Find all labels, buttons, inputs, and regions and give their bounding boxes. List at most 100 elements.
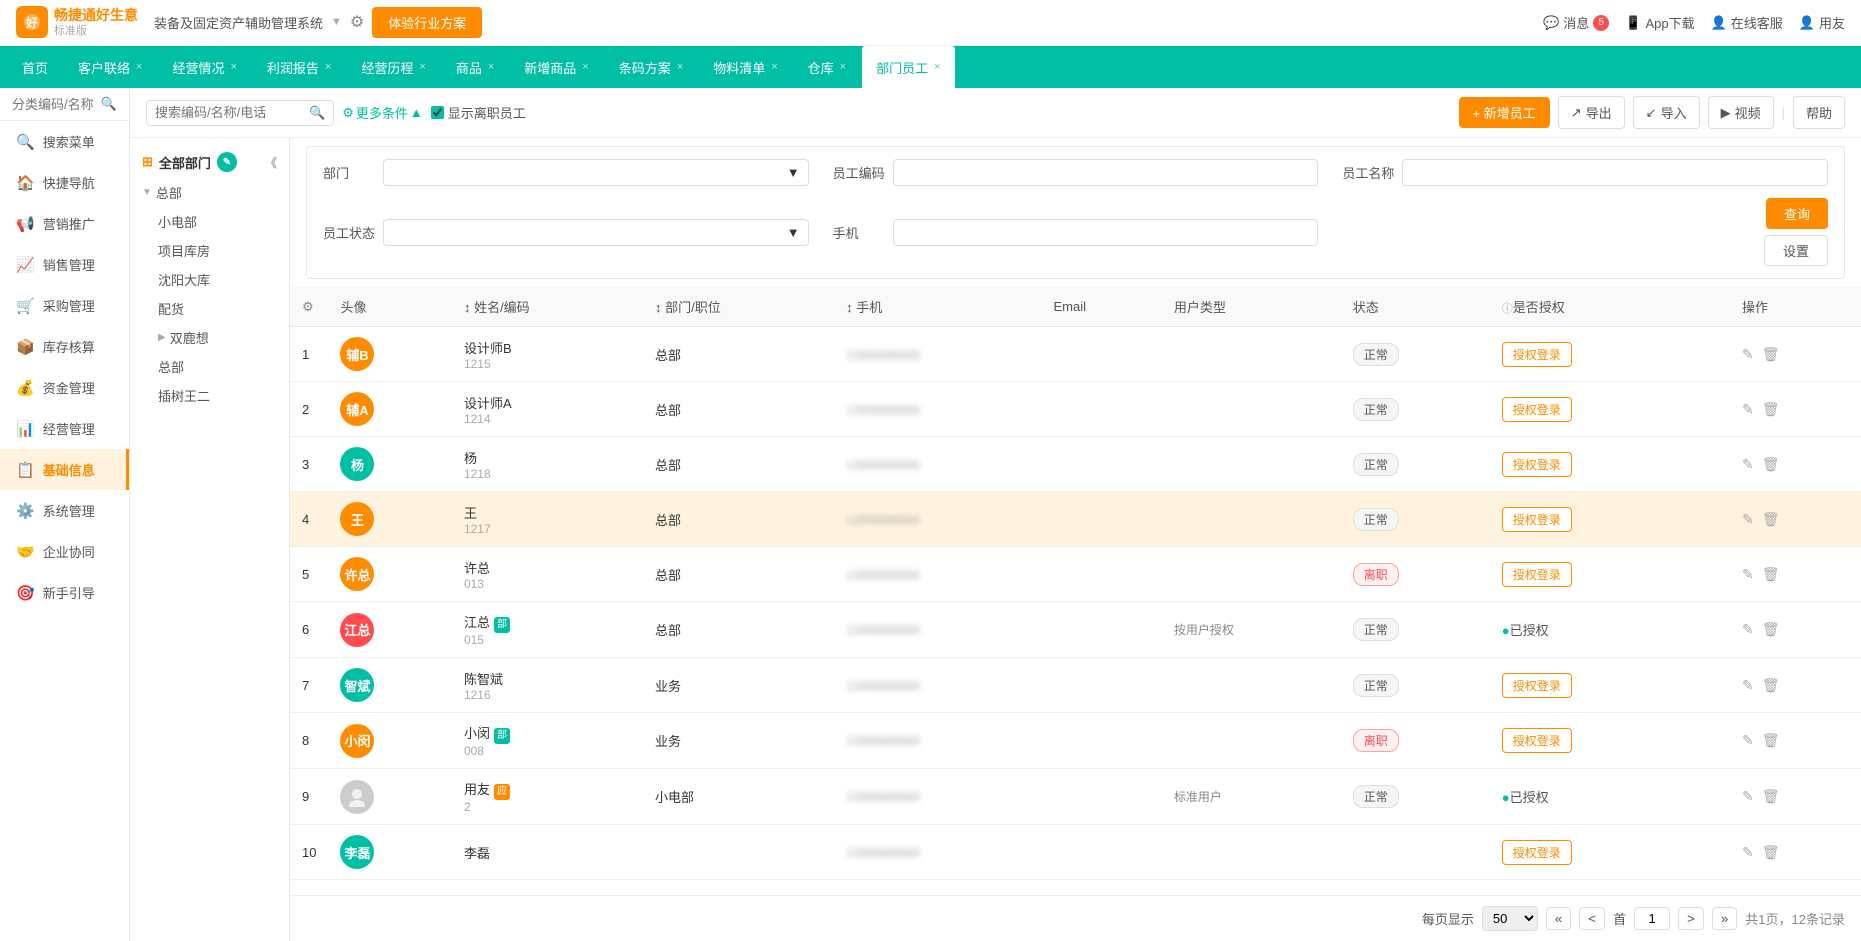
auth-login-button[interactable]: 授权登录 [1502,673,1572,698]
th-name-code[interactable]: ↕ 姓名/编码 [452,287,643,327]
page-number-input[interactable] [1634,907,1670,930]
nav-item-profit[interactable]: 利润报告 × [253,46,345,88]
import-button[interactable]: ↙ 导入 [1633,96,1700,129]
dropdown-arrow-icon[interactable]: ▼ [331,16,342,28]
sidebar-item-manage[interactable]: 📊 经营管理 [0,408,129,449]
edit-icon[interactable]: ✎ [1742,456,1754,473]
dept-tree-item-distribution[interactable]: 配货 [130,294,289,323]
prev-page-btn[interactable]: < [1579,907,1605,930]
edit-icon[interactable]: ✎ [1742,844,1754,861]
dept-tree-item-shenyang[interactable]: 沈阳大库 [130,265,289,294]
delete-icon[interactable]: 🗑 [1762,456,1780,473]
delete-icon[interactable]: 🗑 [1762,788,1780,805]
nav-item-bom[interactable]: 物料清单 × [699,46,791,88]
trial-button[interactable]: 体验行业方案 [372,7,482,38]
th-phone[interactable]: ↕ 手机 [834,287,1041,327]
auth-login-button[interactable]: 授权登录 [1502,562,1572,587]
search-icon[interactable]: 🔍 [309,105,325,121]
emp-name-input[interactable] [1402,159,1828,186]
delete-icon[interactable]: 🗑 [1762,346,1780,363]
edit-icon[interactable]: ✎ [1742,566,1754,583]
search-icon[interactable]: 🔍 [101,96,117,112]
close-icon[interactable]: × [325,61,331,73]
close-icon[interactable]: × [582,61,588,73]
sidebar-item-inventory[interactable]: 📦 库存核算 [0,326,129,367]
dept-tree-item-project-warehouse[interactable]: 项目库房 [130,236,289,265]
col-settings-icon[interactable]: ⚙ [302,299,314,314]
close-icon[interactable]: × [771,61,777,73]
first-page-btn[interactable]: « [1546,907,1571,930]
search-input[interactable] [155,105,305,120]
sidebar-item-search[interactable]: 🔍 搜索菜单 [0,121,129,162]
nav-item-home[interactable]: 首页 [8,46,62,88]
app-download-item[interactable]: 📱 App下载 [1625,13,1694,32]
sidebar-item-system[interactable]: ⚙️ 系统管理 [0,490,129,531]
edit-icon[interactable]: ✎ [1742,788,1754,805]
sidebar-item-marketing[interactable]: 📢 营销推广 [0,203,129,244]
reset-button[interactable]: 设置 [1764,235,1828,266]
auth-login-button[interactable]: 授权登录 [1502,342,1572,367]
close-icon[interactable]: × [840,61,846,73]
phone-input[interactable] [893,219,1319,246]
edit-icon[interactable]: ✎ [1742,401,1754,418]
delete-icon[interactable]: 🗑 [1762,621,1780,638]
message-item[interactable]: 💬 消息 5 [1543,13,1609,32]
sidebar-item-sales[interactable]: 📈 销售管理 [0,244,129,285]
edit-icon[interactable]: ✎ [1742,346,1754,363]
page-size-select[interactable]: 50 20 100 [1482,906,1538,931]
more-filter-btn[interactable]: ⚙ 更多条件 ▲ [342,103,423,122]
dept-edit-icon[interactable]: ✎ [217,152,237,172]
sidebar-search-input[interactable] [12,97,101,112]
help-button[interactable]: 帮助 [1793,96,1845,129]
edit-icon[interactable]: ✎ [1742,732,1754,749]
settings-icon[interactable]: ⚙ [350,12,364,32]
user-item[interactable]: 👤 用友 [1799,13,1845,32]
edit-icon[interactable]: ✎ [1742,511,1754,528]
delete-icon[interactable]: 🗑 [1762,566,1780,583]
nav-item-add-goods[interactable]: 新增商品 × [510,46,602,88]
nav-item-history[interactable]: 经营历程 × [347,46,439,88]
nav-item-barcode[interactable]: 条码方案 × [605,46,697,88]
nav-item-dept-staff[interactable]: 部门员工 × [862,46,954,88]
add-employee-button[interactable]: + 新增员工 [1459,97,1550,128]
sidebar-item-quick-nav[interactable]: 🏠 快捷导航 [0,162,129,203]
emp-status-select[interactable]: ▼ [383,219,809,246]
nav-item-operation[interactable]: 经营情况 × [158,46,250,88]
auth-login-button[interactable]: 授权登录 [1502,507,1572,532]
show-resigned-checkbox[interactable] [431,106,444,119]
view-button[interactable]: ▶ 视频 [1708,96,1774,129]
auth-login-button[interactable]: 授权登录 [1502,840,1572,865]
last-page-btn[interactable]: » [1712,907,1737,930]
collapse-icon[interactable]: 《 [265,154,277,171]
delete-icon[interactable]: 🗑 [1762,677,1780,694]
sidebar-item-purchase[interactable]: 🛒 采购管理 [0,285,129,326]
sidebar-item-collab[interactable]: 🤝 企业协同 [0,531,129,572]
close-icon[interactable]: × [934,61,940,73]
th-dept-position[interactable]: ↕ 部门/职位 [643,287,834,327]
next-page-btn[interactable]: > [1678,907,1704,930]
nav-item-warehouse[interactable]: 仓库 × [794,46,860,88]
dept-tree-item-shuanglu[interactable]: ▶ 双鹿想 [130,323,289,352]
close-icon[interactable]: × [419,61,425,73]
auth-login-button[interactable]: 授权登录 [1502,728,1572,753]
delete-icon[interactable]: 🗑 [1762,844,1780,861]
dept-tree-item-headquarters[interactable]: ▼ 总部 [130,178,289,207]
dept-tree-item-small-electric[interactable]: 小电部 [130,207,289,236]
query-button[interactable]: 查询 [1766,198,1828,229]
edit-icon[interactable]: ✎ [1742,677,1754,694]
sidebar-item-guide[interactable]: 🎯 新手引导 [0,572,129,613]
close-icon[interactable]: × [230,61,236,73]
close-icon[interactable]: × [677,61,683,73]
export-button[interactable]: ↗ 导出 [1558,96,1625,129]
auth-login-button[interactable]: 授权登录 [1502,452,1572,477]
online-service-item[interactable]: 👤 在线客服 [1711,13,1783,32]
dept-tree-item-chashuwang[interactable]: 插树王二 [130,381,289,410]
emp-code-input[interactable] [893,159,1319,186]
delete-icon[interactable]: 🗑 [1762,511,1780,528]
edit-icon[interactable]: ✎ [1742,621,1754,638]
delete-icon[interactable]: 🗑 [1762,401,1780,418]
close-icon[interactable]: × [488,61,494,73]
auth-login-button[interactable]: 授权登录 [1502,397,1572,422]
delete-icon[interactable]: 🗑 [1762,732,1780,749]
close-icon[interactable]: × [136,61,142,73]
